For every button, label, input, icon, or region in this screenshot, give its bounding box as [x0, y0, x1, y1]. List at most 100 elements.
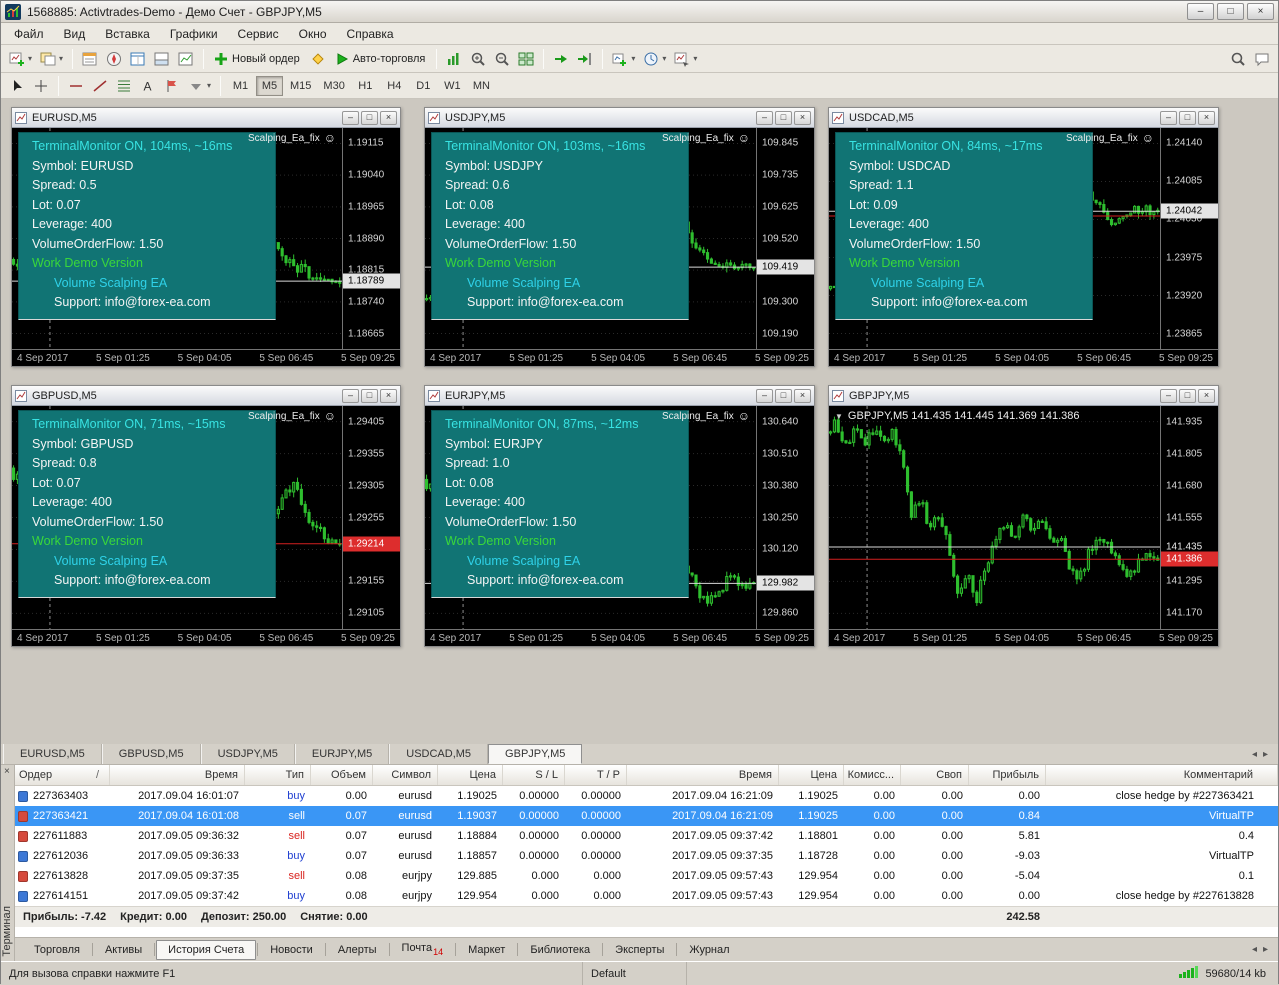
table-row[interactable]: 227363403 2017.09.04 16:01:07 buy 0.00 eurus… [15, 786, 1278, 806]
hline-button[interactable] [64, 75, 88, 97]
menu-item-charts[interactable]: Графики [160, 24, 228, 44]
chart-minimize-button[interactable]: – [1160, 388, 1177, 403]
timeframe-m5[interactable]: M5 [256, 75, 284, 96]
price-chart[interactable] [829, 406, 1160, 629]
table-row[interactable]: 227612036 2017.09.05 09:36:33 buy 0.07 eurus… [15, 846, 1278, 866]
new-order-button[interactable]: Новый ордер [209, 48, 306, 70]
column-header-volume[interactable]: Объем [311, 765, 373, 785]
chart-titlebar[interactable]: USDJPY,M5 – □ × [425, 108, 814, 128]
chart-minimize-button[interactable]: – [1160, 110, 1177, 125]
chart-tab-usdcad[interactable]: USDCAD,M5 [389, 744, 489, 764]
chart-titlebar[interactable]: USDCAD,M5 – □ × [829, 108, 1218, 128]
terminal-close-icon[interactable]: × [4, 767, 10, 777]
ea-badge[interactable]: Scalping_Ea_fix ☺ [248, 131, 336, 145]
menu-item-file[interactable]: Файл [4, 24, 54, 44]
table-row[interactable]: 227614151 2017.09.05 09:37:42 buy 0.08 eurjp… [15, 886, 1278, 906]
chart-close-button[interactable]: × [380, 388, 397, 403]
chart-titlebar[interactable]: GBPJPY,M5 – □ × [829, 386, 1218, 406]
table-row[interactable]: 227611883 2017.09.05 09:36:32 sell 0.07 euru… [15, 826, 1278, 846]
chart-minimize-button[interactable]: – [342, 388, 359, 403]
column-header-commission[interactable]: Комисс... [844, 765, 901, 785]
indicators-button[interactable] [442, 48, 466, 70]
menu-item-insert[interactable]: Вставка [95, 24, 160, 44]
text-button[interactable]: A [136, 75, 160, 97]
profiles-button[interactable]: ▾ [36, 48, 67, 70]
chart-titlebar[interactable]: EURUSD,M5 – □ × [12, 108, 400, 128]
search-button[interactable] [1226, 48, 1250, 70]
zoom-in-button[interactable] [466, 48, 490, 70]
ea-badge[interactable]: Scalping_Ea_fix ☺ [248, 409, 336, 423]
periods-button[interactable]: ▾ [639, 48, 670, 70]
terminal-tab-market[interactable]: Маркет [457, 941, 516, 959]
menu-item-help[interactable]: Справка [337, 24, 404, 44]
timeframe-mn[interactable]: MN [468, 76, 495, 96]
market-watch-button[interactable] [78, 48, 102, 70]
terminal-tab-journal[interactable]: Журнал [678, 941, 740, 959]
column-header-order[interactable]: Ордер / [15, 765, 110, 785]
terminal-panel-button[interactable] [150, 48, 174, 70]
ea-badge[interactable]: Scalping_Ea_fix ☺ [662, 409, 750, 423]
terminal-tab-experts[interactable]: Эксперты [604, 941, 675, 959]
close-button[interactable]: × [1247, 3, 1274, 20]
timeframe-h1[interactable]: H1 [352, 76, 379, 96]
chart-close-button[interactable]: × [380, 110, 397, 125]
cursor-button[interactable] [5, 75, 29, 97]
timeframe-w1[interactable]: W1 [439, 76, 466, 96]
menu-item-view[interactable]: Вид [54, 24, 96, 44]
ea-badge[interactable]: Scalping_Ea_fix ☺ [662, 131, 750, 145]
chart-restore-button[interactable]: □ [1179, 388, 1196, 403]
column-header-symbol[interactable]: Символ [373, 765, 438, 785]
column-header-time[interactable]: Время [110, 765, 245, 785]
terminal-tab-trade[interactable]: Торговля [23, 941, 91, 959]
chart-minimize-button[interactable]: – [342, 110, 359, 125]
timeframe-d1[interactable]: D1 [410, 76, 437, 96]
column-header-time2[interactable]: Время [627, 765, 779, 785]
indicators-list-button[interactable]: ▾ [608, 48, 639, 70]
menu-item-window[interactable]: Окно [289, 24, 337, 44]
scroll-right-icon[interactable]: ▸ [1263, 944, 1268, 955]
scroll-right-icon[interactable]: ▸ [1263, 749, 1268, 760]
terminal-tab-mailbox[interactable]: Почта14 [391, 939, 455, 959]
column-header-tp[interactable]: T / P [565, 765, 627, 785]
table-row[interactable]: 227613828 2017.09.05 09:37:35 sell 0.08 eurj… [15, 866, 1278, 886]
column-header-swap[interactable]: Своп [901, 765, 969, 785]
metaeditor-button[interactable] [306, 48, 330, 70]
shapes-button[interactable]: ▾ [184, 75, 215, 97]
chart-tab-gbpjpy[interactable]: GBPJPY,M5 [488, 744, 583, 764]
label-button[interactable] [160, 75, 184, 97]
chart-close-button[interactable]: × [794, 110, 811, 125]
chart-close-button[interactable]: × [1198, 110, 1215, 125]
chart-restore-button[interactable]: □ [775, 110, 792, 125]
chart-tab-usdjpy[interactable]: USDJPY,M5 [200, 744, 295, 764]
chart-restore-button[interactable]: □ [361, 388, 378, 403]
zoom-out-button[interactable] [490, 48, 514, 70]
column-header-price2[interactable]: Цена [779, 765, 844, 785]
chart-tab-eurusd[interactable]: EURUSD,M5 [3, 744, 102, 764]
terminal-tab-alerts[interactable]: Алерты [327, 941, 388, 959]
strategy-tester-button[interactable] [174, 48, 198, 70]
terminal-tab-news[interactable]: Новости [259, 941, 324, 959]
trendline-button[interactable] [88, 75, 112, 97]
terminal-tab-exposure[interactable]: Активы [94, 941, 153, 959]
chart-shift-button[interactable] [573, 48, 597, 70]
timeframe-m1[interactable]: M1 [227, 76, 254, 96]
chart-titlebar[interactable]: EURJPY,M5 – □ × [425, 386, 814, 406]
auto-scroll-button[interactable] [549, 48, 573, 70]
fibonacci-button[interactable] [112, 75, 136, 97]
menu-item-tools[interactable]: Сервис [228, 24, 289, 44]
chart-tab-eurjpy[interactable]: EURJPY,M5 [294, 744, 390, 764]
tile-windows-button[interactable] [514, 48, 538, 70]
chart-minimize-button[interactable]: – [756, 388, 773, 403]
autotrading-button[interactable]: Авто-торговля [330, 48, 432, 70]
data-window-button[interactable] [126, 48, 150, 70]
chart-restore-button[interactable]: □ [775, 388, 792, 403]
timeframe-m30[interactable]: M30 [318, 76, 349, 96]
chart-minimize-button[interactable]: – [756, 110, 773, 125]
column-header-type[interactable]: Тип [245, 765, 311, 785]
terminal-tab-account-history[interactable]: История Счета [156, 939, 257, 960]
column-header-price[interactable]: Цена [438, 765, 503, 785]
column-header-sl[interactable]: S / L [503, 765, 565, 785]
column-header-comment[interactable]: Комментарий [1046, 765, 1278, 785]
templates-button[interactable]: ▾ [670, 48, 701, 70]
scroll-left-icon[interactable]: ◂ [1252, 944, 1257, 955]
